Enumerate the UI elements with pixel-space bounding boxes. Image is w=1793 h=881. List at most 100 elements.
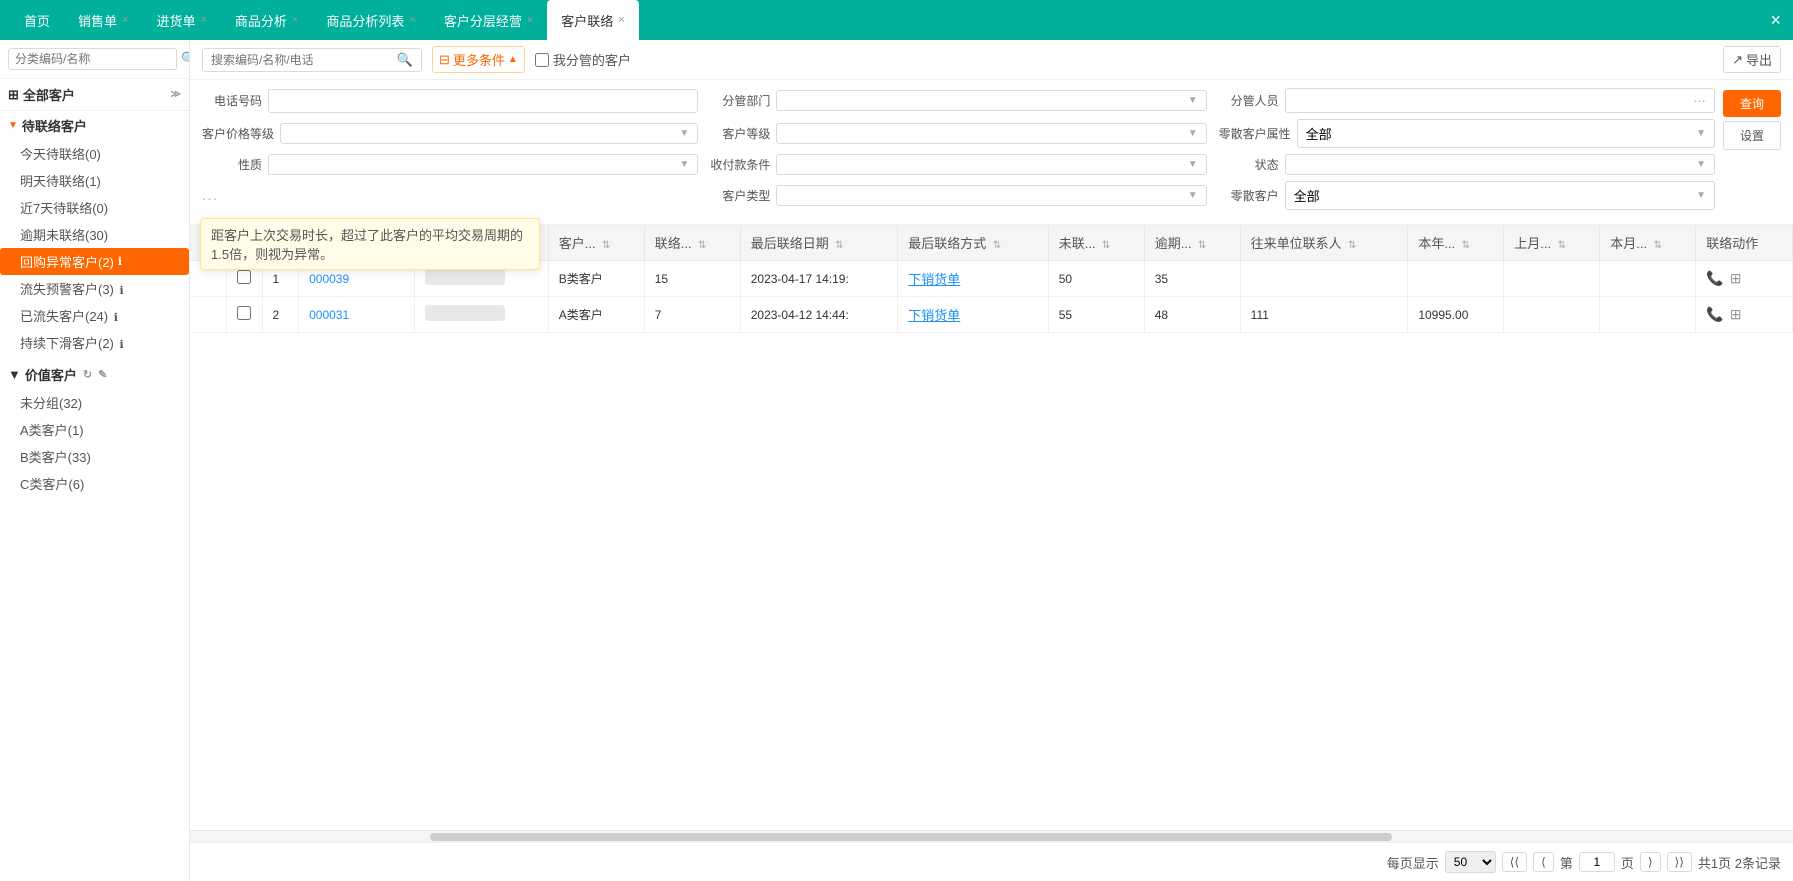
refresh-icon[interactable]: ↻ — [83, 368, 92, 381]
tab-home[interactable]: 首页 — [10, 0, 64, 40]
tab-customer-contact-close[interactable]: × — [618, 14, 624, 26]
row1-last-way[interactable]: 下销货单 — [898, 261, 1048, 297]
person-dots[interactable]: ··· — [1693, 93, 1706, 108]
filter-search-icon[interactable]: 🔍 — [397, 52, 413, 68]
price-level-select[interactable]: ▼ — [280, 123, 698, 144]
phone-input[interactable] — [268, 89, 698, 113]
sidebar-search-input[interactable] — [8, 48, 177, 70]
row2-last-way-link[interactable]: 下销货单 — [908, 308, 960, 323]
col-contact-person[interactable]: 往来单位联系人 ⇅ — [1240, 225, 1408, 261]
col-contact[interactable]: 联络... ⇅ — [644, 225, 740, 261]
sidebar-collapse-icon[interactable]: ≫ — [171, 89, 181, 100]
filter-status: 状态 ▼ — [1219, 154, 1715, 175]
last-page-button[interactable]: ⟩⟩ — [1667, 852, 1692, 872]
col-type-sort[interactable]: ⇅ — [602, 240, 610, 251]
col-last-month[interactable]: 上月... ⇅ — [1504, 225, 1600, 261]
per-page-select[interactable]: 50 20 100 — [1445, 851, 1496, 873]
row2-code[interactable]: 000031 — [299, 297, 415, 333]
filter-person: 分管人员 ··· — [1219, 88, 1715, 113]
retail-attr-select[interactable]: 全部 ▼ — [1297, 119, 1715, 148]
retail-select[interactable]: 全部 ▼ — [1285, 181, 1715, 210]
status-arrow: ▼ — [1696, 159, 1706, 170]
sidebar-item-unclassified[interactable]: 未分组(32) — [0, 389, 189, 416]
sidebar-item-c-class[interactable]: C类客户(6) — [0, 470, 189, 497]
tab-purchase-close[interactable]: × — [200, 14, 206, 26]
tab-sales[interactable]: 销售单 × — [64, 0, 142, 40]
sidebar-item-today[interactable]: 今天待联络(0) — [0, 140, 189, 167]
tab-customer-seg-close[interactable]: × — [527, 14, 533, 26]
query-button[interactable]: 查询 — [1723, 90, 1781, 117]
first-page-button[interactable]: ⟨⟨ — [1502, 852, 1527, 872]
col-last-month-sort[interactable]: ⇅ — [1557, 240, 1565, 251]
col-not-contact[interactable]: 未联... ⇅ — [1048, 225, 1144, 261]
col-this-month[interactable]: 本月... ⇅ — [1600, 225, 1696, 261]
col-last-way-sort[interactable]: ⇅ — [993, 240, 1001, 251]
sidebar-item-b-class[interactable]: B类客户(33) — [0, 443, 189, 470]
col-contact-sort[interactable]: ⇅ — [698, 240, 706, 251]
tab-analysis-list-close[interactable]: × — [409, 14, 415, 26]
row1-last-way-link[interactable]: 下销货单 — [908, 272, 960, 287]
gender-select[interactable]: ▼ — [268, 154, 698, 175]
sidebar-item-already-lost[interactable]: 已流失客户(24) ℹ — [0, 302, 189, 329]
row2-grid-icon[interactable]: ⊞ — [1730, 306, 1742, 323]
sidebar-item-a-class[interactable]: A类客户(1) — [0, 416, 189, 443]
row1-checkbox[interactable] — [237, 270, 251, 284]
filter-dots[interactable]: ... — [202, 188, 219, 203]
row1-grid-icon[interactable]: ⊞ — [1730, 270, 1742, 287]
payment-select[interactable]: ▼ — [776, 154, 1206, 175]
price-level-label: 客户价格等级 — [202, 125, 274, 142]
next-page-button[interactable]: ⟩ — [1640, 852, 1661, 872]
col-type[interactable]: 客户... ⇅ — [548, 225, 644, 261]
sidebar-pending-group[interactable]: ▼ 待联络客户 — [0, 111, 189, 140]
row1-phone-icon[interactable]: 📞 — [1706, 270, 1723, 287]
col-contact-person-sort[interactable]: ⇅ — [1348, 240, 1356, 251]
page-number-input[interactable] — [1579, 852, 1615, 872]
my-customers-checkbox[interactable] — [535, 53, 549, 67]
status-select[interactable]: ▼ — [1285, 154, 1715, 175]
sidebar-item-declining[interactable]: 持续下滑客户(2) ℹ — [0, 329, 189, 356]
tab-analysis[interactable]: 商品分析 × — [221, 0, 312, 40]
dept-select[interactable]: ▼ — [776, 90, 1206, 111]
row2-check[interactable] — [226, 297, 262, 333]
sidebar-search-icon[interactable]: 🔍 — [181, 51, 190, 67]
person-select[interactable]: ··· — [1285, 88, 1715, 113]
settings-button[interactable]: 设置 — [1723, 121, 1781, 150]
customer-type-select[interactable]: ▼ — [776, 185, 1206, 206]
horizontal-scrollbar[interactable] — [190, 830, 1793, 842]
export-button[interactable]: ↗ 导出 — [1723, 46, 1781, 73]
sidebar-item-repurchase-abnormal[interactable]: 回购异常客户(2) ℹ — [0, 248, 189, 275]
tab-analysis-list[interactable]: 商品分析列表 × — [312, 0, 429, 40]
tab-analysis-close[interactable]: × — [292, 14, 298, 26]
sidebar-item-lost-preview[interactable]: 流失预警客户(3) ℹ — [0, 275, 189, 302]
sidebar-item-overdue[interactable]: 逾期未联络(30) — [0, 221, 189, 248]
prev-page-button[interactable]: ⟨ — [1533, 852, 1554, 872]
customer-level-select[interactable]: ▼ — [776, 123, 1206, 144]
sidebar-item-tomorrow[interactable]: 明天待联络(1) — [0, 167, 189, 194]
col-this-month-sort[interactable]: ⇅ — [1653, 240, 1661, 251]
col-overdue-sort[interactable]: ⇅ — [1198, 240, 1206, 251]
tab-purchase[interactable]: 进货单 × — [142, 0, 220, 40]
row1-last-month — [1504, 261, 1600, 297]
col-not-contact-sort[interactable]: ⇅ — [1102, 240, 1110, 251]
sidebar-all-customers[interactable]: ⊞ 全部客户 ≫ — [0, 79, 189, 111]
row2-phone-icon[interactable]: 📞 — [1706, 306, 1723, 323]
row2-checkbox[interactable] — [237, 306, 251, 320]
window-close-button[interactable]: × — [1770, 10, 1781, 31]
col-last-date[interactable]: 最后联络日期 ⇅ — [740, 225, 898, 261]
edit-icon[interactable]: ✎ — [98, 368, 107, 381]
col-this-year[interactable]: 本年... ⇅ — [1408, 225, 1504, 261]
sidebar-value-group[interactable]: ▼ 价值客户 ↻ ✎ — [0, 360, 189, 389]
tab-customer-seg[interactable]: 客户分层经营 × — [430, 0, 547, 40]
col-last-date-sort[interactable]: ⇅ — [835, 240, 843, 251]
tab-customer-contact[interactable]: 客户联络 × — [547, 0, 638, 40]
col-this-year-sort[interactable]: ⇅ — [1462, 240, 1470, 251]
sidebar-item-7days[interactable]: 近7天待联络(0) — [0, 194, 189, 221]
scrollbar-thumb[interactable] — [430, 833, 1392, 841]
tab-sales-close[interactable]: × — [122, 14, 128, 26]
filter-more-conditions[interactable]: ⊟ 更多条件 ▲ — [432, 46, 525, 73]
filter-search-input[interactable] — [211, 53, 393, 67]
row2-last-way[interactable]: 下销货单 — [898, 297, 1048, 333]
col-overdue[interactable]: 逾期... ⇅ — [1144, 225, 1240, 261]
col-last-way[interactable]: 最后联络方式 ⇅ — [898, 225, 1048, 261]
my-customers-filter[interactable]: 我分管的客户 — [535, 50, 631, 69]
